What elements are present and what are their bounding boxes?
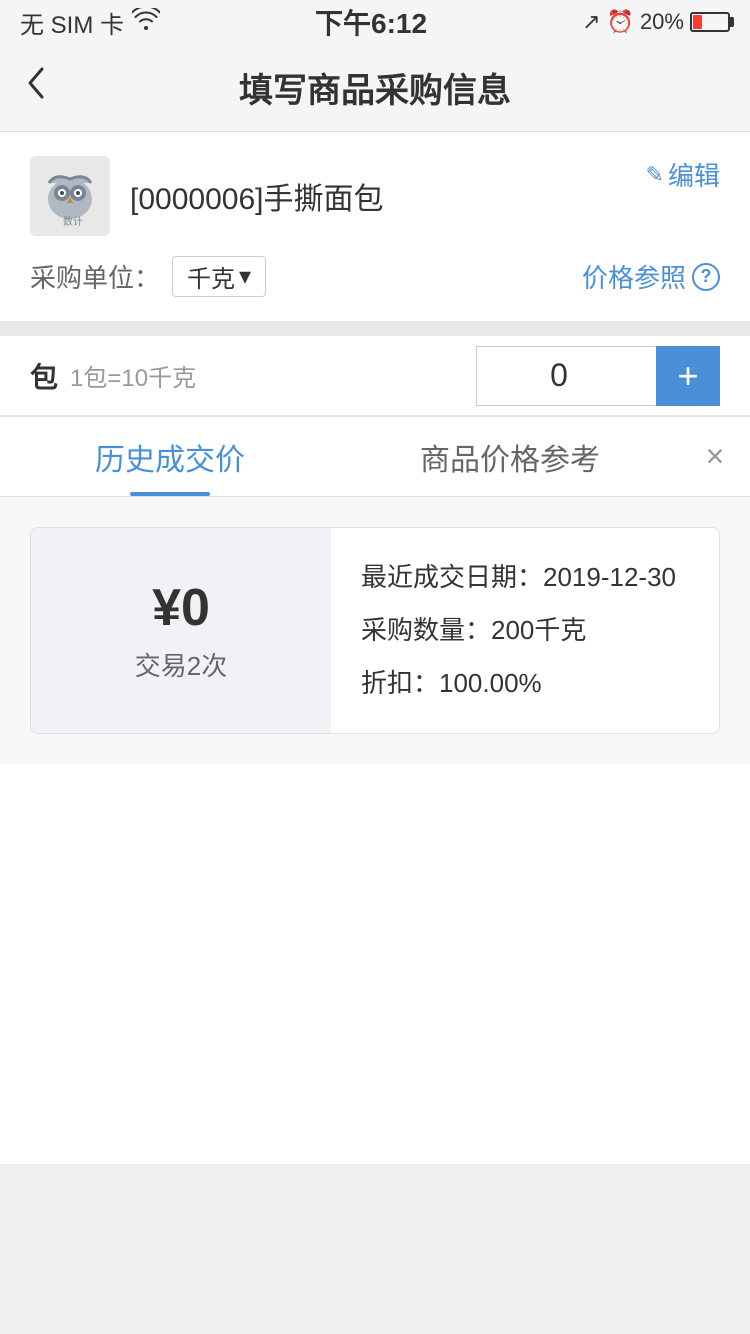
alarm-icon: ⏰: [607, 9, 634, 35]
wifi-icon: [132, 8, 160, 37]
status-right: ↗ ⏰ 20%: [582, 9, 730, 35]
tabs-section: 历史成交价 商品价格参考 × ¥0 交易2次 最近成交日期：2019-12-30…: [0, 416, 750, 764]
purchase-unit-left: 采购单位： 千克 ▾: [30, 256, 266, 297]
unit-selector[interactable]: 千克 ▾: [172, 256, 266, 297]
no-sim-text: 无 SIM 卡: [20, 5, 124, 40]
edit-button[interactable]: ✎ 编辑: [646, 156, 720, 193]
product-top: 数计 [0000006]手撕面包 ✎ 编辑: [30, 156, 720, 236]
unit-conversion: 1包=10千克: [70, 358, 196, 393]
tab-product-price-label: 商品价格参考: [420, 435, 600, 479]
tabs-header: 历史成交价 商品价格参考 ×: [0, 417, 750, 497]
page-rest: [0, 764, 750, 1164]
location-icon: ↗: [582, 9, 600, 35]
svg-text:数计: 数计: [63, 215, 83, 228]
status-time: 下午6:12: [315, 2, 427, 42]
battery-percent: 20%: [640, 9, 684, 35]
price-amount: ¥0: [152, 578, 210, 638]
nav-header: 填写商品采购信息: [0, 44, 750, 132]
quantity-value: 200千克: [491, 615, 586, 645]
battery-icon: [690, 12, 730, 32]
section-divider: [0, 322, 750, 336]
unit-value: 千克: [187, 259, 235, 294]
discount-value: 100.00%: [439, 668, 542, 698]
edit-icon: ✎: [646, 162, 664, 188]
recent-date-value: 2019-12-30: [543, 562, 676, 592]
page-title: 填写商品采购信息: [239, 63, 511, 112]
status-bar: 无 SIM 卡 下午6:12 ↗ ⏰ 20%: [0, 0, 750, 44]
recent-date-label: 最近成交日期：: [361, 562, 543, 592]
recent-date-row: 最近成交日期：2019-12-30: [361, 558, 689, 597]
product-name: [0000006]手撕面包: [130, 174, 383, 218]
purchase-unit-label: 采购单位：: [30, 258, 160, 295]
tab-history-price[interactable]: 历史成交价: [0, 417, 340, 496]
tab-history-label: 历史成交价: [95, 435, 245, 479]
tab-product-price-ref[interactable]: 商品价格参考: [340, 417, 680, 496]
discount-row: 折扣：100.00%: [361, 664, 689, 703]
quantity-label: 包 1包=10千克: [30, 356, 196, 396]
quantity-input[interactable]: [476, 346, 656, 406]
product-thumbnail: 数计: [30, 156, 110, 236]
price-trades: 交易2次: [135, 646, 227, 683]
quantity-input-group: +: [476, 346, 720, 406]
tab-underline: [130, 492, 210, 496]
quantity-plus-button[interactable]: +: [656, 346, 720, 406]
quantity-label-text: 采购数量：: [361, 615, 491, 645]
edit-label: 编辑: [668, 156, 720, 193]
unit-box: 包: [30, 356, 58, 396]
product-section: 数计 [0000006]手撕面包 ✎ 编辑 采购单位： 千克 ▾ 价格参照 ?: [0, 132, 750, 322]
back-button[interactable]: [24, 65, 48, 110]
status-left: 无 SIM 卡: [20, 5, 160, 40]
purchase-unit-row: 采购单位： 千克 ▾ 价格参照 ?: [30, 256, 720, 297]
price-ref-label: 价格参照: [582, 258, 686, 295]
price-card: ¥0 交易2次 最近成交日期：2019-12-30 采购数量：200千克 折扣：…: [30, 527, 720, 734]
product-left: 数计 [0000006]手撕面包: [30, 156, 383, 236]
history-content: ¥0 交易2次 最近成交日期：2019-12-30 采购数量：200千克 折扣：…: [0, 497, 750, 764]
quantity-section: 包 1包=10千克 +: [0, 336, 750, 416]
unit-dropdown-icon: ▾: [239, 262, 251, 291]
price-reference-button[interactable]: 价格参照 ?: [582, 258, 720, 295]
close-icon: ×: [706, 438, 725, 475]
price-card-right: 最近成交日期：2019-12-30 采购数量：200千克 折扣：100.00%: [331, 528, 719, 733]
discount-label: 折扣：: [361, 668, 439, 698]
price-card-left: ¥0 交易2次: [31, 528, 331, 733]
tabs-close-button[interactable]: ×: [680, 417, 750, 497]
quantity-row: 采购数量：200千克: [361, 611, 689, 650]
price-ref-help-icon: ?: [692, 263, 720, 291]
